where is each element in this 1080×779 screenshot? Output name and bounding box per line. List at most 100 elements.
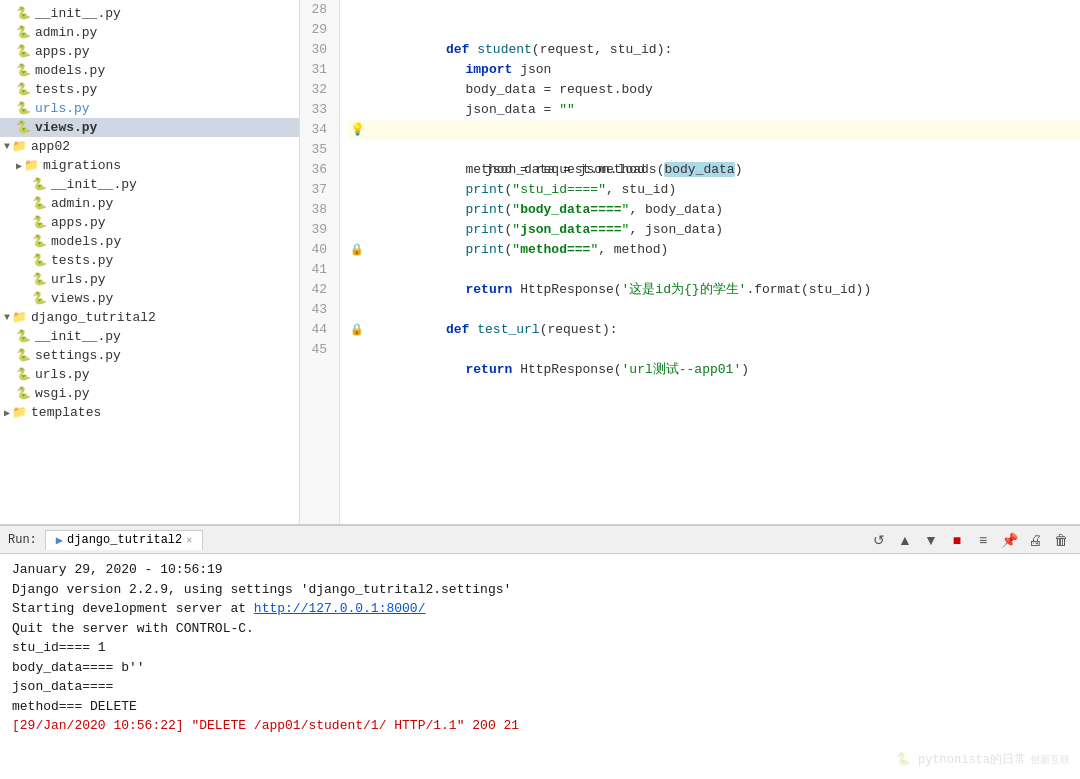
tree-item-views2[interactable]: 🐍 views.py [0,289,299,308]
tree-label: views.py [35,120,97,135]
code-line-36: print("stu_id====", stu_id) [348,160,1080,180]
rerun-button[interactable]: ↺ [868,529,890,551]
folder-icon: 📁 [12,310,27,325]
tree-item-init1[interactable]: 🐍 __init__.py [0,4,299,23]
watermark-text: 🐍 pythonista的日常 [896,751,1026,769]
tree-item-init2[interactable]: 🐍 __init__.py [0,175,299,194]
tree-label: django_tutrital2 [31,310,156,325]
output-line-3: Starting development server at http://12… [12,599,1068,619]
run-tab-icon: ▶ [56,533,63,548]
code-line-29: def student(request, stu_id): [348,20,1080,40]
tree-item-urls2[interactable]: 🐍 urls.py [0,270,299,289]
server-url-link[interactable]: http://127.0.0.1:8000/ [254,601,426,616]
run-label: Run: [8,533,37,547]
code-line-30: import json [348,40,1080,60]
trash-button[interactable]: 🗑 [1050,529,1072,551]
code-line-34: 💡 json_data = json.loads(body_data) [348,120,1080,140]
output-line-9: [29/Jan/2020 10:56:22] "DELETE /app01/st… [12,716,1068,736]
folder-icon: 📁 [12,139,27,154]
tree-item-app02[interactable]: ▼ 📁 app02 [0,137,299,156]
tree-item-settings[interactable]: 🐍 settings.py [0,346,299,365]
code-area: 🐍 __init__.py 🐍 admin.py 🐍 apps.py 🐍 mod… [0,0,1080,524]
scroll-up-button[interactable]: ▲ [894,529,916,551]
tree-label: __init__.py [51,177,137,192]
run-controls: ↺ ▲ ▼ ■ ≡ 📌 🖨 🗑 [868,529,1072,551]
tree-label: __init__.py [35,6,121,21]
stop-button[interactable]: ■ [946,529,968,551]
arrow-icon: ▶ [4,407,10,419]
tree-label: views.py [51,291,113,306]
tree-item-admin2[interactable]: 🐍 admin.py [0,194,299,213]
output-line-8: method=== DELETE [12,697,1068,717]
run-tab-label: django_tutrital2 [67,533,182,547]
run-output[interactable]: January 29, 2020 - 10:56:19 Django versi… [0,554,1080,779]
tree-item-django-tutrital2[interactable]: ▼ 📁 django_tutrital2 [0,308,299,327]
tree-item-admin1[interactable]: 🐍 admin.py [0,23,299,42]
tree-item-wsgi[interactable]: 🐍 wsgi.py [0,384,299,403]
run-toolbar: Run: ▶ django_tutrital2 ✕ ↺ ▲ ▼ ■ ≡ 📌 🖨 … [0,526,1080,554]
output-line-6: body_data==== b'' [12,658,1068,678]
output-line-2: Django version 2.2.9, using settings 'dj… [12,580,1068,600]
file-icon: 🐍 [16,82,31,97]
tree-item-migrations[interactable]: ▶ 📁 migrations [0,156,299,175]
run-panel: Run: ▶ django_tutrital2 ✕ ↺ ▲ ▼ ■ ≡ 📌 🖨 … [0,524,1080,779]
tree-label: apps.py [35,44,90,59]
file-icon: 🐍 [16,44,31,59]
code-line-42 [348,280,1080,300]
tree-item-models1[interactable]: 🐍 models.py [0,61,299,80]
file-tree: 🐍 __init__.py 🐍 admin.py 🐍 apps.py 🐍 mod… [0,0,300,524]
output-line-4: Quit the server with CONTROL-C. [12,619,1068,639]
tree-item-tests1[interactable]: 🐍 tests.py [0,80,299,99]
code-editor[interactable]: 28 29 30 31 32 33 34 35 36 37 38 39 40 4… [300,0,1080,524]
tree-label: __init__.py [35,329,121,344]
tree-label: settings.py [35,348,121,363]
close-tab-button[interactable]: ✕ [186,534,192,546]
file-icon: 🐍 [16,367,31,382]
file-icon: 🐍 [16,6,31,21]
lock-icon: 🔒 [350,240,364,260]
file-icon: 🐍 [16,348,31,363]
tree-item-apps2[interactable]: 🐍 apps.py [0,213,299,232]
arrow-icon: ▶ [16,160,22,172]
code-line-38: print("json_data====", json_data) [348,200,1080,220]
print-button[interactable]: 🖨 [1024,529,1046,551]
tree-item-urls1[interactable]: 🐍 urls.py [0,99,299,118]
file-icon: 🐍 [16,329,31,344]
output-line-1: January 29, 2020 - 10:56:19 [12,560,1068,580]
code-line-37: print("body_data====", body_data) [348,180,1080,200]
run-tab[interactable]: ▶ django_tutrital2 ✕ [45,530,203,550]
file-icon: 🐍 [32,253,47,268]
file-icon: 🐍 [32,177,47,192]
tree-item-tests2[interactable]: 🐍 tests.py [0,251,299,270]
file-icon: 🐍 [16,25,31,40]
code-line-28 [348,0,1080,20]
tree-label: models.py [51,234,121,249]
tree-label: tests.py [35,82,97,97]
tree-item-apps1[interactable]: 🐍 apps.py [0,42,299,61]
tree-item-views1[interactable]: 🐍 views.py [0,118,299,137]
code-line-31: body_data = request.body [348,60,1080,80]
folder-icon: 📁 [12,405,27,420]
arrow-icon: ▼ [4,141,10,152]
tree-item-init3[interactable]: 🐍 __init__.py [0,327,299,346]
code-line-44: 🔒 return HttpResponse('url测试--app01') [348,320,1080,340]
settings-button[interactable]: ≡ [972,529,994,551]
watermark-logo: 创新互联 [1030,753,1070,768]
output-line-5: stu_id==== 1 [12,638,1068,658]
code-line-40: 🔒 return HttpResponse('这是id为{}的学生'.forma… [348,240,1080,260]
tree-item-models2[interactable]: 🐍 models.py [0,232,299,251]
pin-button[interactable]: 📌 [998,529,1020,551]
code-line-35: method = request.method [348,140,1080,160]
file-icon: 🐍 [32,196,47,211]
line-numbers: 28 29 30 31 32 33 34 35 36 37 38 39 40 4… [300,0,340,524]
tree-item-templates[interactable]: ▶ 📁 templates [0,403,299,422]
code-line-32: json_data = "" [348,80,1080,100]
code-lines: def student(request, stu_id): import jso… [340,0,1080,524]
file-icon: 🐍 [16,101,31,116]
file-icon: 🐍 [32,215,47,230]
tree-label: urls.py [51,272,106,287]
watermark: 🐍 pythonista的日常 创新互联 [896,751,1070,769]
tree-item-urls3[interactable]: 🐍 urls.py [0,365,299,384]
scroll-down-button[interactable]: ▼ [920,529,942,551]
code-line-41 [348,260,1080,280]
